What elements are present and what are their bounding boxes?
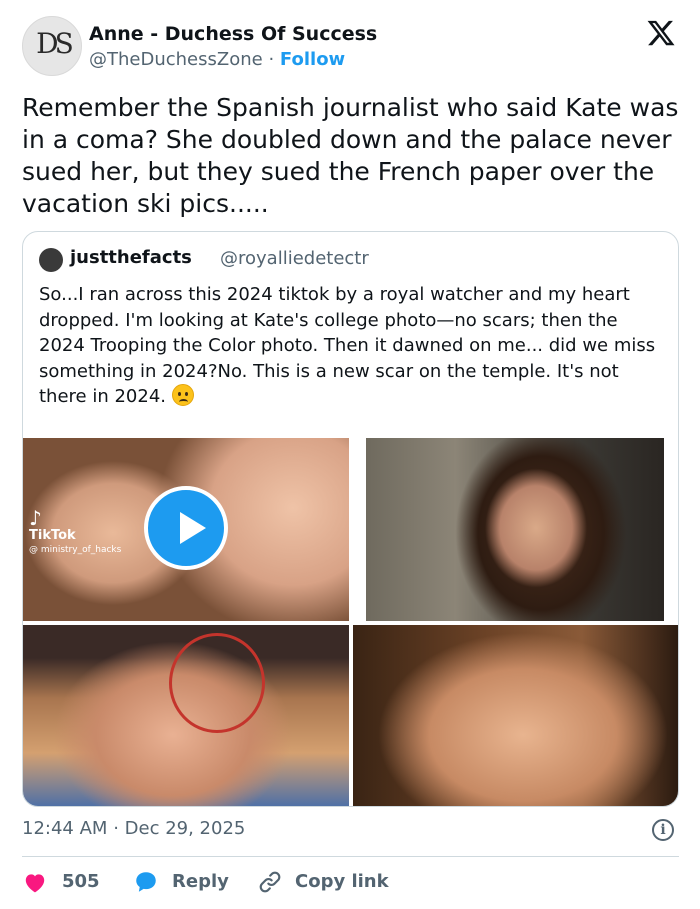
quoted-author-handle: @royalliedetectr <box>220 248 369 269</box>
tweet-timestamp[interactable]: 12:44 AM · Dec 29, 2025 <box>22 818 245 839</box>
media-image-4[interactable] <box>353 625 678 806</box>
x-logo-icon[interactable] <box>646 18 676 48</box>
avatar-monogram: DS <box>36 27 74 60</box>
media-image-3[interactable] <box>23 625 349 806</box>
quoted-author-name: justthefacts <box>70 247 192 268</box>
worried-face-icon <box>171 384 194 406</box>
separator: · <box>268 49 275 70</box>
video-thumbnail[interactable]: ♪ TikTok @ ministry_of_hacks <box>23 438 349 621</box>
quoted-tweet[interactable]: justthefacts @royalliedetectr So...I ran… <box>22 231 679 807</box>
info-icon[interactable]: i <box>652 819 674 841</box>
author-handle-line: @TheDuchessZone · Follow <box>89 49 345 70</box>
link-icon <box>259 871 281 893</box>
timestamp-separator: · <box>113 818 119 839</box>
media-grid: ♪ TikTok @ ministry_of_hacks <box>23 438 678 806</box>
tweet-date: Dec 29, 2025 <box>124 818 246 839</box>
tiktok-watermark: ♪ TikTok @ ministry_of_hacks <box>29 508 121 558</box>
follow-button[interactable]: Follow <box>280 49 345 70</box>
play-button[interactable] <box>144 486 228 570</box>
like-count: 505 <box>62 871 100 892</box>
tweet-time: 12:44 AM <box>22 818 108 839</box>
reply-bubble-icon <box>136 872 156 892</box>
quoted-avatar <box>39 248 63 272</box>
media-image-2[interactable] <box>366 438 664 621</box>
author-name[interactable]: Anne - Duchess Of Success <box>89 23 377 45</box>
red-circle-annotation <box>169 633 265 733</box>
tweet-header: DS Anne - Duchess Of Success @TheDuchess… <box>22 16 682 80</box>
author-handle[interactable]: @TheDuchessZone <box>89 49 263 70</box>
heart-icon <box>25 874 45 893</box>
tiktok-user: @ ministry_of_hacks <box>29 545 122 555</box>
reply-label: Reply <box>172 871 229 892</box>
tiktok-icon: ♪ <box>29 506 42 530</box>
tiktok-brand: TikTok <box>29 528 76 543</box>
copy-link-label: Copy link <box>295 871 389 892</box>
action-bar: 505 Reply Copy link <box>22 867 682 897</box>
divider <box>22 856 679 857</box>
tweet-text: Remember the Spanish journalist who said… <box>22 93 679 218</box>
author-avatar[interactable]: DS <box>22 16 82 76</box>
quoted-text-body: So...I ran across this 2024 tiktok by a … <box>39 284 656 407</box>
quoted-text: So...I ran across this 2024 tiktok by a … <box>39 282 669 410</box>
